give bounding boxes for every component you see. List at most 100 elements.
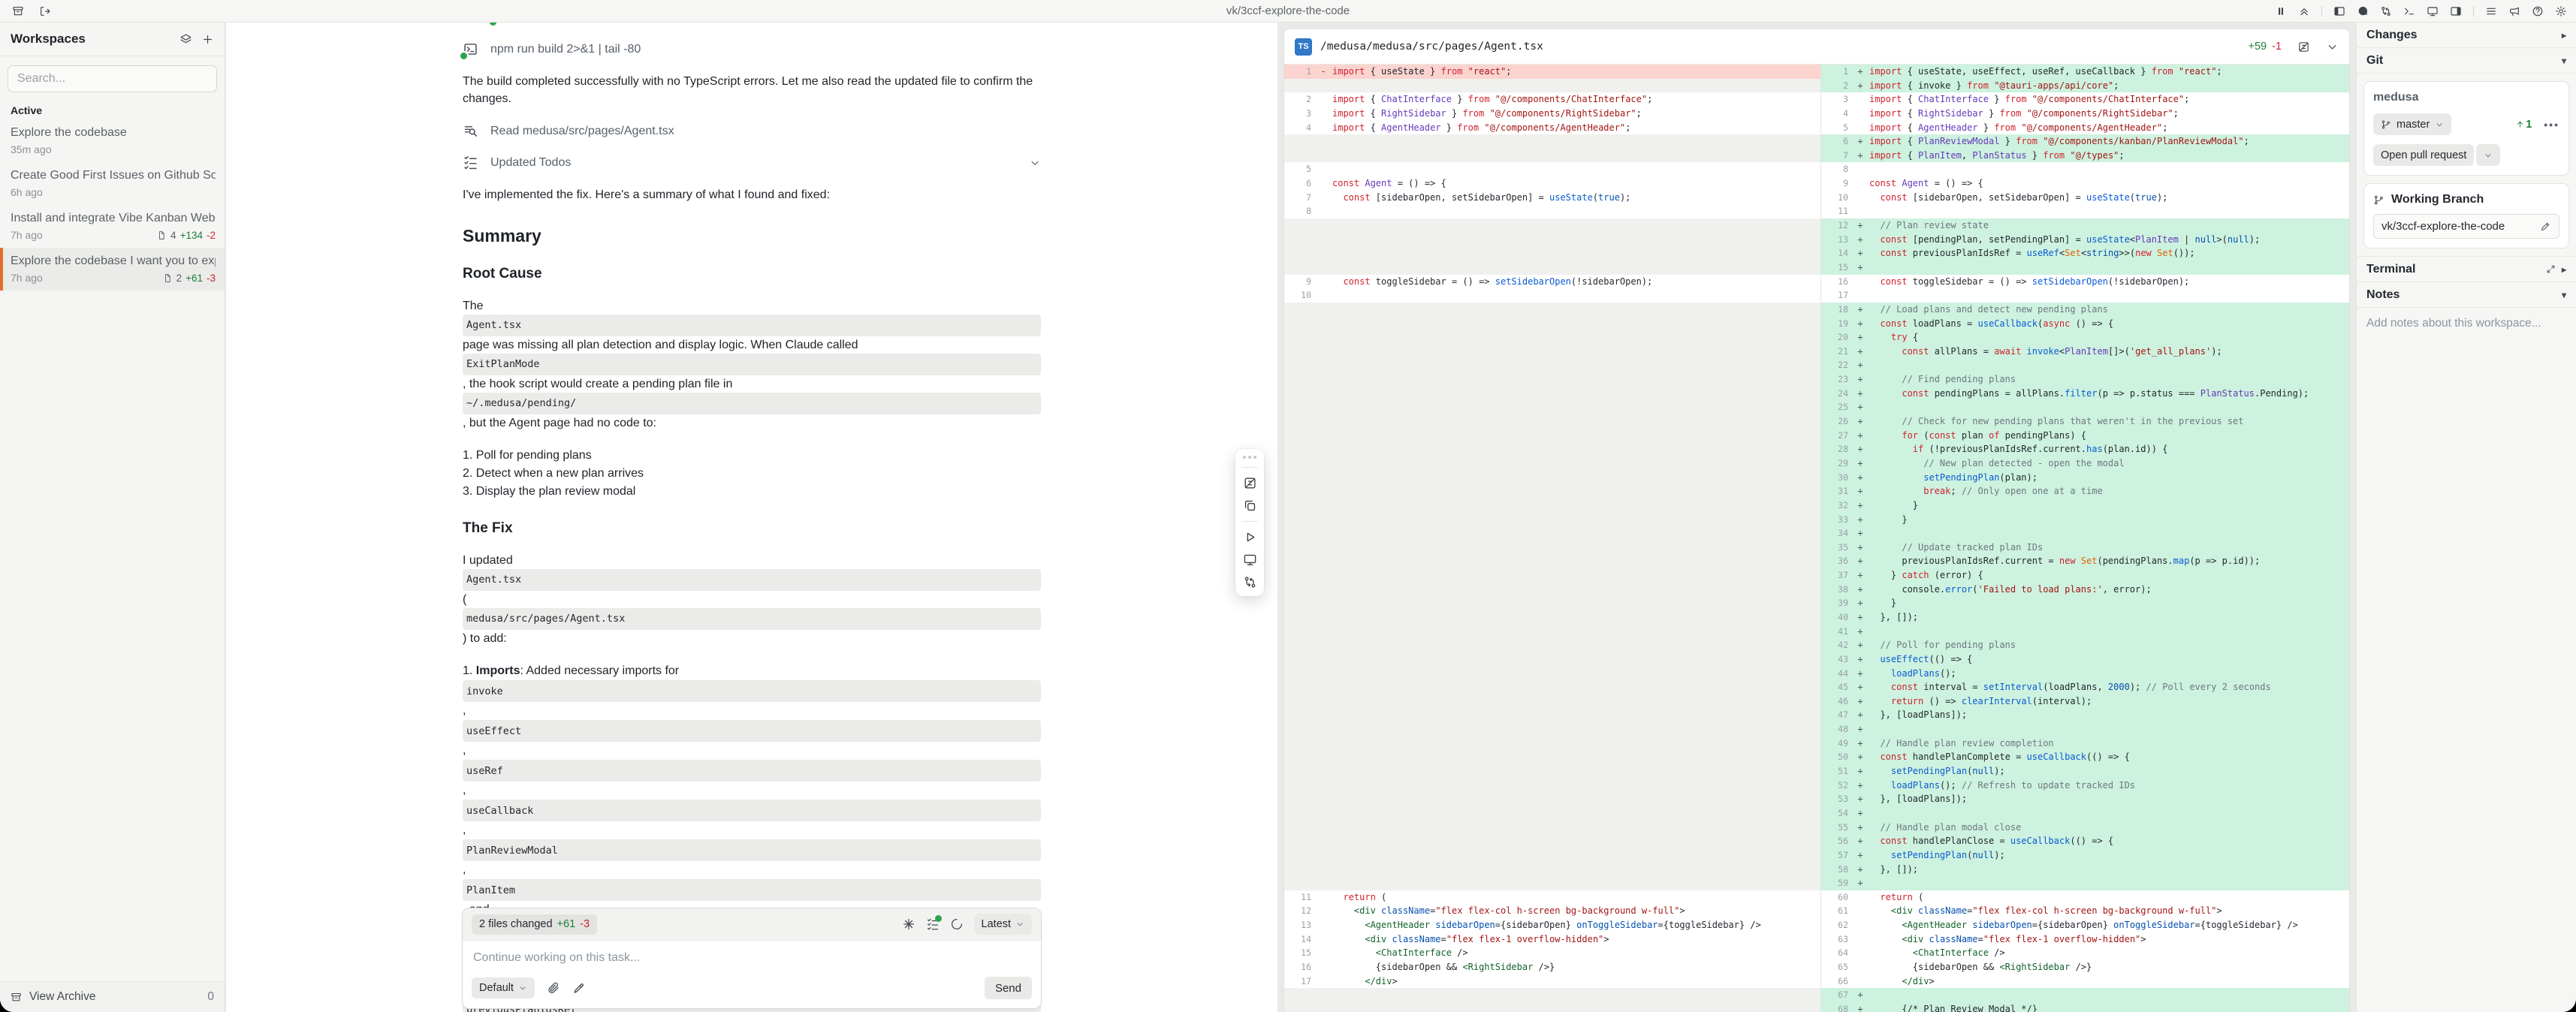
- tool-call-row[interactable]: npm run build 2>&1 | tail -80: [463, 41, 1041, 57]
- diff-code: // Check for new pending plans that were…: [1869, 414, 2349, 429]
- diff-code: [1332, 736, 1820, 751]
- menu-icon[interactable]: [2485, 5, 2497, 17]
- diff-marker: [1314, 960, 1332, 974]
- diff-code: [1332, 625, 1820, 639]
- files-changed-chip[interactable]: 2 files changed +61 -3: [472, 914, 597, 935]
- diff-code: loadPlans(); // Refresh to update tracke…: [1869, 779, 2349, 793]
- drag-handle-icon[interactable]: [1243, 456, 1256, 459]
- line-number: [1284, 372, 1314, 387]
- git-compare-icon[interactable]: [2380, 5, 2392, 17]
- git-compare-icon[interactable]: [1243, 575, 1257, 589]
- diff-old-pane: 1-import { useState } from "react";2impo…: [1284, 65, 1820, 1012]
- diff-row: 13 <AgentHeader sidebarOpen={sidebarOpen…: [1284, 918, 1820, 932]
- latest-dropdown[interactable]: Latest: [974, 914, 1033, 935]
- terminal-section-header[interactable]: Terminal ▸: [2357, 256, 2576, 282]
- monitor-icon[interactable]: [1243, 553, 1257, 567]
- add-workspace-icon[interactable]: [201, 33, 214, 46]
- line-number: 41: [1821, 625, 1851, 639]
- diff-marker: [1851, 204, 1869, 218]
- pen-icon[interactable]: [572, 981, 586, 995]
- copy-icon[interactable]: [1243, 498, 1257, 513]
- notes-input[interactable]: Add notes about this workspace...: [2357, 308, 2576, 339]
- view-archive-button[interactable]: View Archive 0: [0, 981, 225, 1012]
- workspace-item[interactable]: Explore the codebase35m ago: [0, 119, 225, 162]
- diff-viewer: TS /medusa/medusa/src/pages/Agent.tsx +5…: [1283, 29, 2350, 1012]
- signout-icon[interactable]: [39, 5, 51, 17]
- paragraph: The Agent.tsx page was missing all plan …: [463, 297, 1041, 432]
- panel-left-icon[interactable]: [2333, 5, 2345, 17]
- panel-right-icon[interactable]: [2450, 5, 2462, 17]
- line-number: [1284, 834, 1314, 848]
- inline-code: ~/.medusa/pending/: [463, 393, 1041, 414]
- diff-row: [1284, 471, 1820, 485]
- workspace-item[interactable]: Explore the codebase I want you to expl7…: [0, 248, 225, 291]
- line-number: [1284, 526, 1314, 541]
- diff-row: 7+import { PlanItem, PlanStatus } from "…: [1821, 149, 2349, 163]
- diff-row: [1284, 764, 1820, 779]
- diff-code: <div className="flex flex-1 overflow-hid…: [1869, 932, 2349, 947]
- chevrons-up-icon[interactable]: [2298, 5, 2310, 17]
- layers-icon[interactable]: [179, 33, 192, 46]
- diff-marker: [1314, 736, 1332, 751]
- working-branch-input[interactable]: vk/3ccf-explore-the-code: [2373, 214, 2559, 239]
- terminal-icon[interactable]: [2403, 5, 2415, 17]
- more-actions-button[interactable]: •••: [2544, 119, 2559, 131]
- chevron-down-icon[interactable]: [1029, 157, 1041, 169]
- wrap-icon[interactable]: [1243, 476, 1257, 490]
- help-icon[interactable]: [2532, 5, 2544, 17]
- repo-name: medusa: [2373, 91, 2559, 104]
- diff-code: import { invoke } from "@tauri-apps/api/…: [1869, 79, 2349, 93]
- message-icon[interactable]: [2357, 5, 2369, 17]
- diff-marker: [1314, 400, 1332, 414]
- workspace-item[interactable]: Create Good First Issues on Github So p6…: [0, 162, 225, 205]
- play-icon[interactable]: [1243, 530, 1257, 544]
- file-icon: [163, 273, 173, 284]
- pr-options-button[interactable]: [2476, 144, 2500, 166]
- spark-icon[interactable]: [902, 917, 915, 931]
- paperclip-icon[interactable]: [547, 981, 560, 995]
- notes-section-header[interactable]: Notes ▾: [2357, 282, 2576, 308]
- expand-icon[interactable]: [2546, 264, 2556, 274]
- diff-code: import { ChatInterface } from "@/compone…: [1332, 92, 1820, 107]
- settings-icon[interactable]: [2555, 5, 2567, 17]
- composer-input[interactable]: Continue working on this task...: [463, 941, 1041, 969]
- diff-row: [1284, 233, 1820, 247]
- line-number: 31: [1821, 484, 1851, 498]
- diff-code: }: [1869, 596, 2349, 610]
- toolbar-divider: [1241, 521, 1258, 522]
- search-input[interactable]: Search...: [8, 65, 217, 92]
- diff-row: [1284, 261, 1820, 275]
- line-number: 67: [1821, 988, 1851, 1002]
- pause-icon[interactable]: [2275, 5, 2287, 17]
- monitor-icon[interactable]: [2427, 5, 2439, 17]
- changes-section-header[interactable]: Changes ▸: [2357, 23, 2576, 48]
- diff-marker: +: [1851, 625, 1869, 639]
- diff-code: import { AgentHeader } from "@/component…: [1332, 121, 1820, 135]
- workspace-item[interactable]: Install and integrate Vibe Kanban Web Cl…: [0, 205, 225, 248]
- line-number: [1284, 750, 1314, 764]
- diff-marker: [1314, 779, 1332, 793]
- diff-marker: [1314, 218, 1332, 233]
- wrap-icon[interactable]: [2297, 41, 2310, 53]
- tool-call-row[interactable]: Updated Todos: [463, 155, 1041, 170]
- branch-dropdown[interactable]: master: [2373, 113, 2451, 135]
- open-pr-button[interactable]: Open pull request: [2373, 144, 2474, 166]
- send-button[interactable]: Send: [985, 977, 1032, 999]
- diff-row: [1284, 1002, 1820, 1012]
- inline-code: invoke: [463, 680, 1041, 702]
- archive-icon[interactable]: [12, 5, 24, 17]
- diff-code: [1332, 722, 1820, 736]
- diff-marker: +: [1851, 317, 1869, 331]
- git-section-header[interactable]: Git ▾: [2357, 48, 2576, 74]
- diff-row: [1284, 456, 1820, 471]
- todos-icon[interactable]: [926, 917, 940, 931]
- diff-row: 28+ if (!previousPlanIdsRef.current.has(…: [1821, 442, 2349, 456]
- chevron-down-icon[interactable]: [2326, 41, 2339, 53]
- diff-marker: +: [1851, 261, 1869, 275]
- line-number: 56: [1821, 834, 1851, 848]
- tool-call-row[interactable]: Read medusa/src/pages/Agent.tsx: [463, 123, 1041, 139]
- mode-dropdown[interactable]: Default: [472, 977, 535, 998]
- pencil-icon[interactable]: [2540, 221, 2551, 232]
- diff-code: </div>: [1869, 974, 2349, 989]
- megaphone-icon[interactable]: [2508, 5, 2520, 17]
